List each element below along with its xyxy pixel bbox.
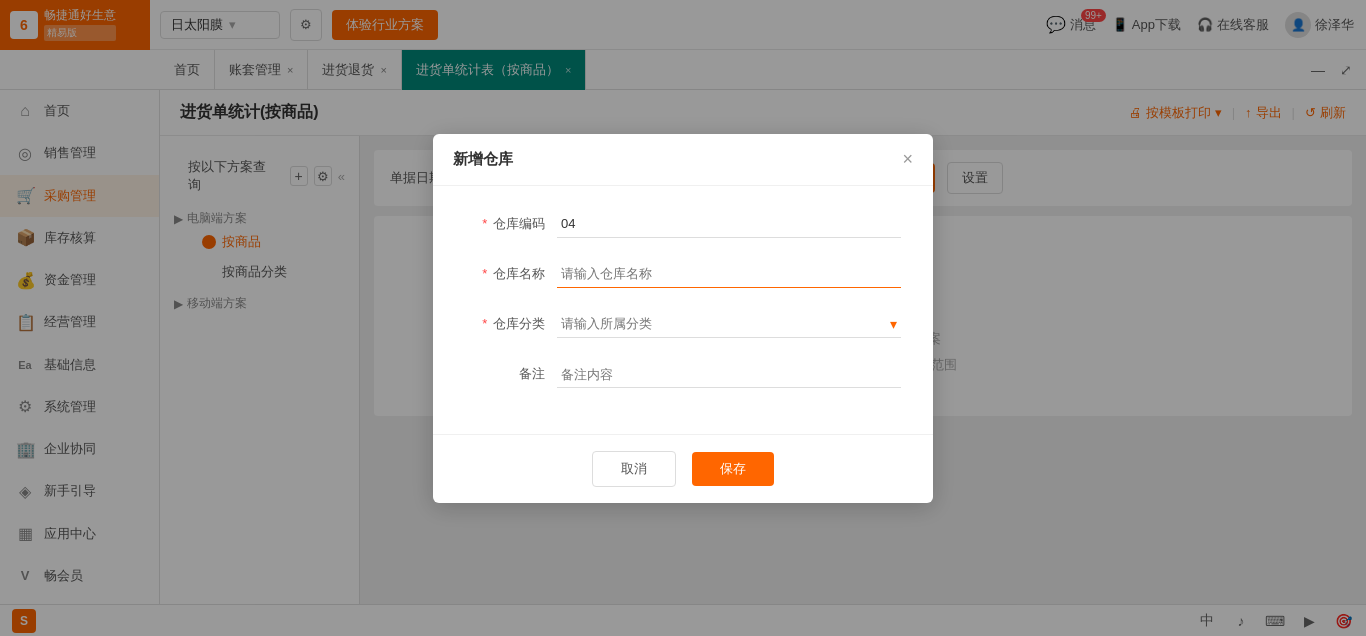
modal-overlay: 新增仓库 × * 仓库编码 * 仓库名称 (0, 0, 1366, 636)
dialog-footer: 取消 保存 (433, 434, 933, 503)
note-label: 备注 (465, 365, 545, 383)
category-dropdown-icon: ▾ (890, 316, 897, 332)
code-required-mark: * (482, 216, 487, 231)
code-label: * 仓库编码 (465, 215, 545, 233)
dialog-header: 新增仓库 × (433, 134, 933, 186)
save-button[interactable]: 保存 (692, 452, 774, 486)
category-required-mark: * (482, 316, 487, 331)
name-label: * 仓库名称 (465, 265, 545, 283)
dialog-body: * 仓库编码 * 仓库名称 * 仓库分类 (433, 186, 933, 434)
dialog-close-button[interactable]: × (902, 150, 913, 168)
dialog-title: 新增仓库 (453, 150, 513, 169)
form-row-note: 备注 (465, 360, 901, 388)
name-input[interactable] (557, 260, 901, 288)
note-textarea[interactable] (557, 360, 901, 388)
code-input[interactable] (557, 210, 901, 238)
name-required-mark: * (482, 266, 487, 281)
form-row-category: * 仓库分类 ▾ (465, 310, 901, 338)
form-row-code: * 仓库编码 (465, 210, 901, 238)
category-select-wrap: ▾ (557, 310, 901, 338)
category-label: * 仓库分类 (465, 315, 545, 333)
category-input[interactable] (557, 310, 901, 338)
new-warehouse-dialog: 新增仓库 × * 仓库编码 * 仓库名称 (433, 134, 933, 503)
cancel-button[interactable]: 取消 (592, 451, 676, 487)
form-row-name: * 仓库名称 (465, 260, 901, 288)
